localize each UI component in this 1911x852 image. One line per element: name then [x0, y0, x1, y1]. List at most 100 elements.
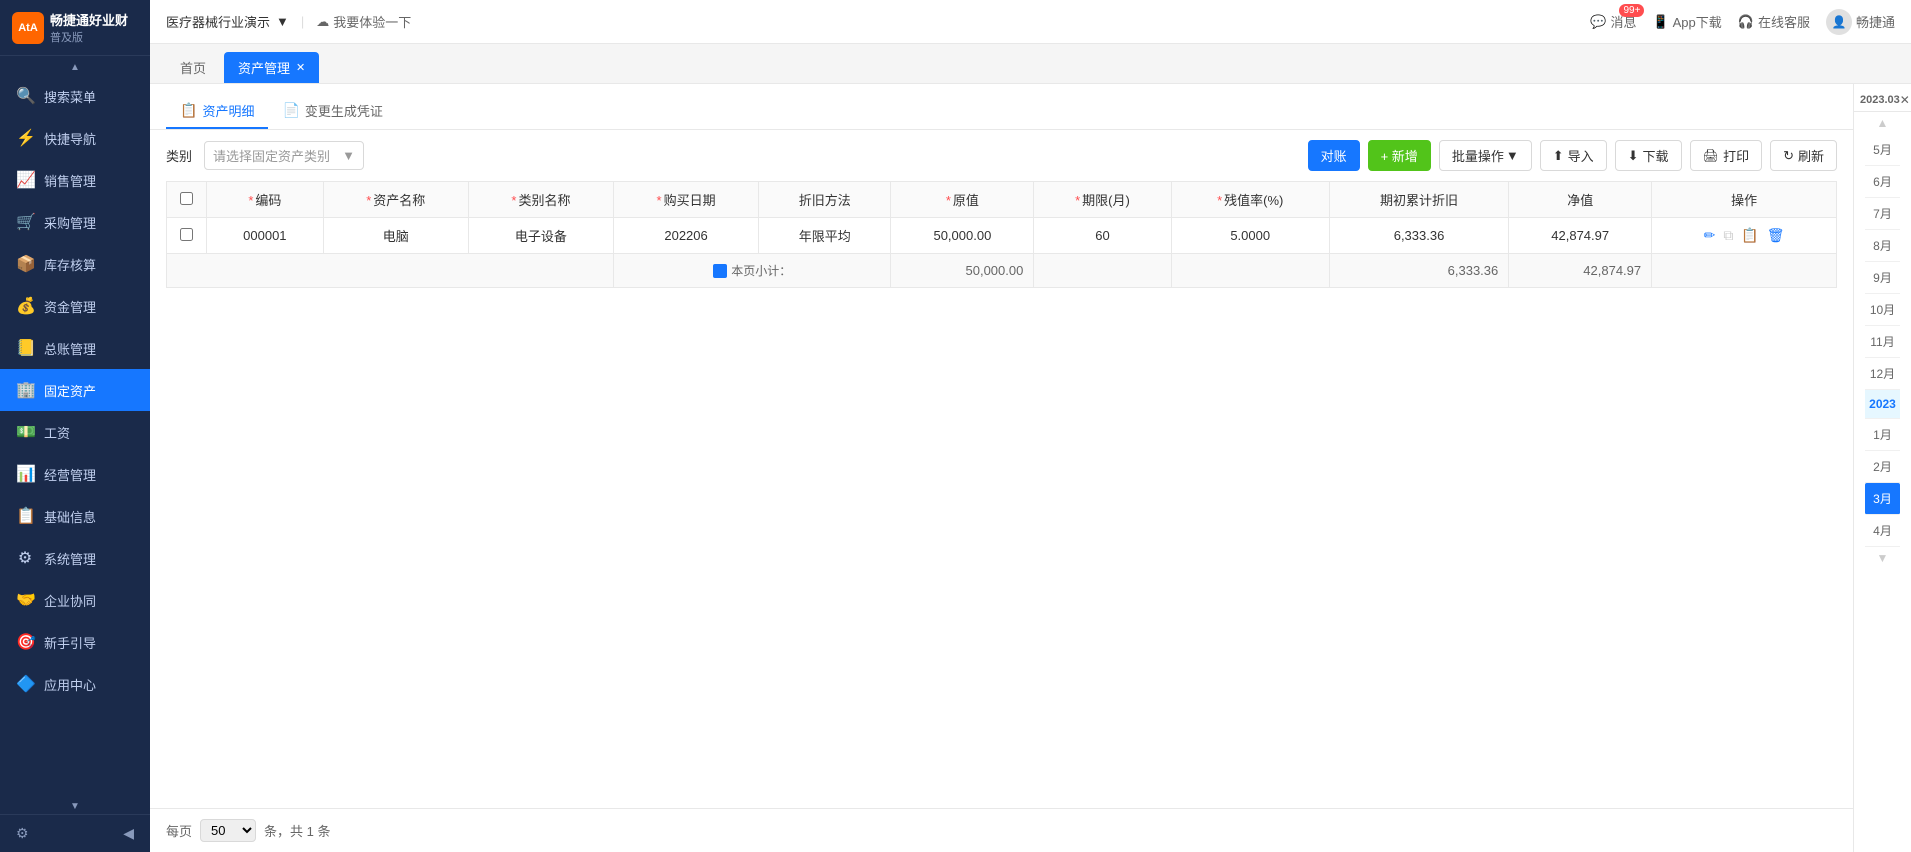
subtotal-actions-empty [1652, 254, 1837, 288]
import-btn[interactable]: ⬆ 导入 [1540, 140, 1607, 171]
sidebar-scroll-up[interactable]: ▲ [0, 56, 150, 75]
tab-asset-management[interactable]: 资产管理 ✕ [224, 52, 319, 83]
company-selector[interactable]: 医疗器械行业演示 ▼ [166, 12, 289, 31]
sidebar-logo: AtA 畅捷通好业财 普及版 [0, 0, 150, 56]
month-scroll-up[interactable]: ▲ [1854, 112, 1911, 134]
row-checkbox[interactable] [180, 228, 193, 241]
row-original-value: 50,000.00 [891, 218, 1034, 254]
sidebar-item-payroll[interactable]: 💵工资 [0, 411, 150, 453]
refresh-btn[interactable]: ↻ 刷新 [1770, 140, 1837, 171]
sidebar-item-app-center[interactable]: 🔷应用中心 [0, 663, 150, 705]
new-btn[interactable]: + 新增 [1368, 140, 1431, 171]
message-badge: 99+ [1619, 4, 1644, 17]
month-item-8月[interactable]: 8月 [1865, 230, 1900, 262]
app-center-icon: 🔷 [16, 674, 34, 694]
subtotal-icon [713, 264, 727, 278]
sidebar-item-inventory[interactable]: 📦库存核算 [0, 243, 150, 285]
search-icon: 🔍 [16, 86, 34, 106]
asset-table: *编码 *资产名称 *类别名称 *购买日期 折旧方法 *原值 *期限(月) *残… [166, 181, 1837, 288]
th-category: *类别名称 [468, 182, 613, 218]
content-area: 📋 资产明细 📄 变更生成凭证 类别 请选择固定资产类别 ▼ 对账 + 新增 [150, 84, 1911, 852]
month-item-7月[interactable]: 7月 [1865, 198, 1900, 230]
subtotal-initial-accumulated: 6,333.36 [1329, 254, 1508, 288]
fund-icon: 💰 [16, 296, 34, 316]
delete-icon[interactable]: 🗑 [1767, 227, 1785, 244]
logo-abbr: AtA [18, 22, 38, 34]
sidebar: AtA 畅捷通好业财 普及版 ▲ 🔍搜索菜单⚡快捷导航📈销售管理🛒采购管理📦库存… [0, 0, 150, 852]
collapse-icon[interactable]: ◀ [123, 825, 134, 842]
app-download-icon: 📱 [1652, 14, 1668, 30]
subtab-change-voucher[interactable]: 📄 变更生成凭证 [268, 94, 396, 129]
panel-close-btn[interactable]: ✕ [1900, 92, 1910, 107]
logo-icon: AtA [12, 12, 44, 44]
sidebar-item-label-basic-info: 基础信息 [44, 507, 96, 526]
month-item-3月[interactable]: 3月 [1865, 483, 1900, 515]
year-marker: 2023 [1865, 390, 1900, 419]
app-download-btn[interactable]: 📱 App下载 [1652, 12, 1721, 31]
sidebar-item-quick-nav[interactable]: ⚡快捷导航 [0, 117, 150, 159]
print-label: 打印 [1723, 146, 1749, 165]
th-purchase-date: *购买日期 [613, 182, 758, 218]
sidebar-item-sales[interactable]: 📈销售管理 [0, 159, 150, 201]
subtabs: 📋 资产明细 📄 变更生成凭证 [150, 84, 1853, 130]
inventory-icon: 📦 [16, 254, 34, 274]
select-all-checkbox[interactable] [180, 192, 193, 205]
month-scroll-down[interactable]: ▼ [1854, 547, 1911, 569]
sidebar-item-label-fund: 资金管理 [44, 297, 96, 316]
sidebar-item-purchase[interactable]: 🛒采购管理 [0, 201, 150, 243]
subtotal-label-text: 本页小计： [731, 262, 791, 279]
sidebar-item-cooperation[interactable]: 🤝企业协同 [0, 579, 150, 621]
sidebar-item-system[interactable]: ⚙系统管理 [0, 537, 150, 579]
sidebar-item-fund[interactable]: 💰 资金管理 [0, 285, 150, 327]
experience-btn[interactable]: ☁ 我要体验一下 [316, 12, 411, 31]
settings-icon[interactable]: ⚙ [16, 825, 29, 842]
print-btn[interactable]: 🖨 打印 [1690, 140, 1763, 171]
month-item-5月[interactable]: 5月 [1865, 134, 1900, 166]
asset-table-container: *编码 *资产名称 *类别名称 *购买日期 折旧方法 *原值 *期限(月) *残… [150, 181, 1853, 808]
month-item-6月[interactable]: 6月 [1865, 166, 1900, 198]
month-item-11月[interactable]: 11月 [1865, 326, 1900, 358]
month-item-1月[interactable]: 1月 [1865, 419, 1900, 451]
sidebar-scroll-down[interactable]: ▼ [0, 795, 150, 814]
sidebar-item-fixed-assets[interactable]: 🏢固定资产 [0, 369, 150, 411]
month-item-4月[interactable]: 4月 [1865, 515, 1900, 547]
per-page-select[interactable]: 50 10 20 100 [200, 819, 256, 842]
sidebar-item-operations[interactable]: 📊经营管理 [0, 453, 150, 495]
download-btn[interactable]: ⬇ 下载 [1615, 140, 1682, 171]
sidebar-item-ledger[interactable]: 📒总账管理 [0, 327, 150, 369]
experience-icon: ☁ [316, 14, 329, 30]
sidebar-item-search[interactable]: 🔍搜索菜单 [0, 75, 150, 117]
row-purchase-date: 202206 [613, 218, 758, 254]
tab-home[interactable]: 首页 [166, 52, 220, 83]
guide-icon: 🎯 [16, 632, 34, 652]
row-checkbox-cell [167, 218, 207, 254]
month-item-10月[interactable]: 10月 [1865, 294, 1900, 326]
month-item-12月[interactable]: 12月 [1865, 358, 1900, 390]
table-row: 000001 电脑 电子设备 202206 年限平均 50,000.00 60 … [167, 218, 1837, 254]
message-btn[interactable]: 💬 消息 99+ [1590, 12, 1636, 31]
reconcile-btn[interactable]: 对账 [1308, 140, 1360, 171]
tab-close-btn[interactable]: ✕ [296, 61, 305, 74]
quick-nav-icon: ⚡ [16, 128, 34, 148]
category-filter[interactable]: 请选择固定资产类别 ▼ [204, 141, 364, 170]
copy-icon[interactable]: ⧉ [1723, 227, 1733, 244]
topbar-right: 💬 消息 99+ 📱 App下载 🎧 在线客服 👤 畅捷通 [1590, 9, 1895, 35]
avatar: 👤 [1826, 9, 1852, 35]
subtotal-row: 本页小计： 50,000.00 6,333.36 42,874.97 [167, 254, 1837, 288]
row-depreciation-method: 年限平均 [759, 218, 891, 254]
month-item-2月[interactable]: 2月 [1865, 451, 1900, 483]
user-profile-btn[interactable]: 👤 畅捷通 [1826, 9, 1895, 35]
batch-btn[interactable]: 批量操作 ▼ [1439, 140, 1532, 171]
service-btn[interactable]: 🎧 在线客服 [1738, 12, 1810, 31]
sidebar-item-guide[interactable]: 🎯新手引导 [0, 621, 150, 663]
sidebar-item-label-payroll: 工资 [44, 423, 70, 442]
sidebar-item-basic-info[interactable]: 📋基础信息 [0, 495, 150, 537]
edit-icon[interactable]: ✏ [1704, 227, 1716, 244]
subtab-asset-detail[interactable]: 📋 资产明细 [166, 94, 268, 129]
detail-icon[interactable]: 📋 [1741, 227, 1758, 244]
total-count-label: 条，共 1 条 [264, 821, 330, 840]
year-label: 2023.03 [1860, 94, 1900, 106]
download-icon: ⬇ [1628, 148, 1639, 164]
th-checkbox [167, 182, 207, 218]
month-item-9月[interactable]: 9月 [1865, 262, 1900, 294]
